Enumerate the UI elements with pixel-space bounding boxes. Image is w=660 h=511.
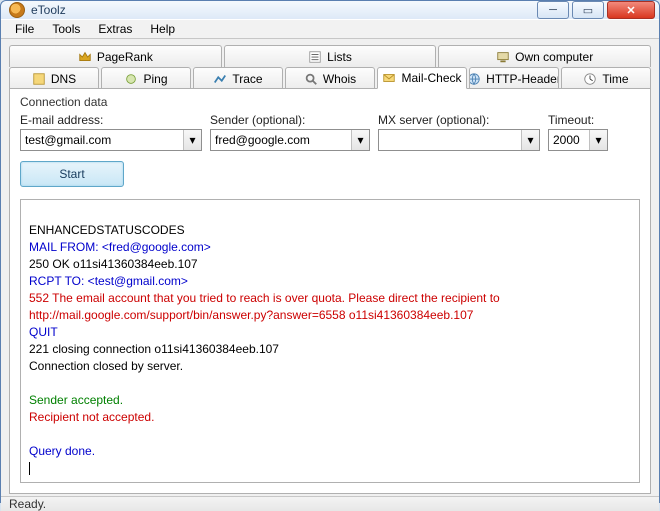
whois-icon — [304, 72, 318, 86]
tab-own-computer[interactable]: Own computer — [438, 45, 651, 67]
trace-icon — [213, 72, 227, 86]
output-line: Query done. — [29, 444, 95, 458]
tab-lists[interactable]: Lists — [224, 45, 437, 67]
tab-ping[interactable]: Ping — [101, 67, 191, 89]
ping-icon — [124, 72, 138, 86]
client-area: PageRank Lists Own computer DNS Ping — [1, 39, 659, 496]
output-line: 221 closing connection o11si41360384eeb.… — [29, 342, 279, 356]
sender-label: Sender (optional): — [210, 113, 370, 127]
output-line: http://mail.google.com/support/bin/answe… — [29, 308, 473, 322]
window-title: eToolz — [31, 3, 534, 17]
output-line: RCPT TO: <test@gmail.com> — [29, 274, 188, 288]
menu-tools[interactable]: Tools — [44, 20, 88, 38]
tab-label: HTTP-Header — [486, 72, 559, 86]
mail-check-panel: Connection data E-mail address: test@gma… — [9, 88, 651, 494]
tabs-row-bottom: DNS Ping Trace Whois Mail-Check HTTP-Hea… — [9, 67, 651, 89]
connection-data-label: Connection data — [20, 95, 640, 109]
statusbar: Ready. — [1, 496, 659, 511]
tab-label: Trace — [232, 72, 262, 86]
tab-pagerank[interactable]: PageRank — [9, 45, 222, 67]
chevron-down-icon[interactable]: ▾ — [351, 130, 369, 150]
dns-icon — [32, 72, 46, 86]
sender-value: fred@google.com — [211, 133, 351, 147]
tab-label: Mail-Check — [401, 71, 461, 85]
tab-label: Lists — [327, 50, 352, 64]
menu-file[interactable]: File — [7, 20, 42, 38]
timeout-value: 2000 — [549, 133, 589, 147]
tab-label: Own computer — [515, 50, 593, 64]
app-window: eToolz ─ ▭ ✕ File Tools Extras Help Page… — [0, 0, 660, 503]
output-line: ENHANCEDSTATUSCODES — [29, 223, 185, 237]
sender-input[interactable]: fred@google.com ▾ — [210, 129, 370, 151]
maximize-button[interactable]: ▭ — [572, 1, 604, 19]
output-line: MAIL FROM: <fred@google.com> — [29, 240, 211, 254]
output-line: Connection closed by server. — [29, 359, 183, 373]
email-input[interactable]: test@gmail.com ▾ — [20, 129, 202, 151]
mail-icon — [382, 71, 396, 85]
tab-whois[interactable]: Whois — [285, 67, 375, 89]
close-button[interactable]: ✕ — [607, 1, 655, 19]
tab-label: DNS — [51, 72, 76, 86]
status-text: Ready. — [9, 497, 46, 511]
tab-mail-check[interactable]: Mail-Check — [377, 67, 467, 89]
output-textarea[interactable]: ENHANCEDSTATUSCODES MAIL FROM: <fred@goo… — [20, 199, 640, 483]
output-line: 250 OK o11si41360384eeb.107 — [29, 257, 198, 271]
mx-label: MX server (optional): — [378, 113, 540, 127]
output-line: 552 The email account that you tried to … — [29, 291, 500, 305]
email-value: test@gmail.com — [21, 133, 183, 147]
tab-trace[interactable]: Trace — [193, 67, 283, 89]
clock-icon — [583, 72, 597, 86]
output-line: QUIT — [29, 325, 58, 339]
app-icon — [9, 2, 25, 18]
menu-help[interactable]: Help — [142, 20, 183, 38]
start-label: Start — [59, 167, 84, 181]
tab-dns[interactable]: DNS — [9, 67, 99, 89]
computer-icon — [496, 50, 510, 64]
tab-label: PageRank — [97, 50, 153, 64]
minimize-button[interactable]: ─ — [537, 1, 569, 19]
timeout-input[interactable]: 2000 ▾ — [548, 129, 608, 151]
chevron-down-icon[interactable]: ▾ — [521, 130, 539, 150]
titlebar[interactable]: eToolz ─ ▭ ✕ — [1, 1, 659, 19]
http-icon — [469, 72, 481, 86]
chevron-down-icon[interactable]: ▾ — [183, 130, 201, 150]
tabs-row-top: PageRank Lists Own computer — [9, 45, 651, 67]
menubar: File Tools Extras Help — [1, 19, 659, 39]
menu-extras[interactable]: Extras — [90, 20, 140, 38]
connection-fields: E-mail address: test@gmail.com ▾ Sender … — [20, 113, 640, 151]
crown-icon — [78, 50, 92, 64]
list-icon — [308, 50, 322, 64]
tab-time[interactable]: Time — [561, 67, 651, 89]
tab-label: Ping — [143, 72, 167, 86]
output-line: Sender accepted. — [29, 393, 123, 407]
chevron-down-icon[interactable]: ▾ — [589, 130, 607, 150]
tab-label: Whois — [323, 72, 356, 86]
text-cursor — [29, 462, 30, 475]
output-line: Recipient not accepted. — [29, 410, 154, 424]
tab-label: Time — [602, 72, 628, 86]
tab-http-header[interactable]: HTTP-Header — [469, 67, 559, 89]
timeout-label: Timeout: — [548, 113, 608, 127]
email-label: E-mail address: — [20, 113, 202, 127]
start-button[interactable]: Start — [20, 161, 124, 187]
mx-input[interactable]: ▾ — [378, 129, 540, 151]
